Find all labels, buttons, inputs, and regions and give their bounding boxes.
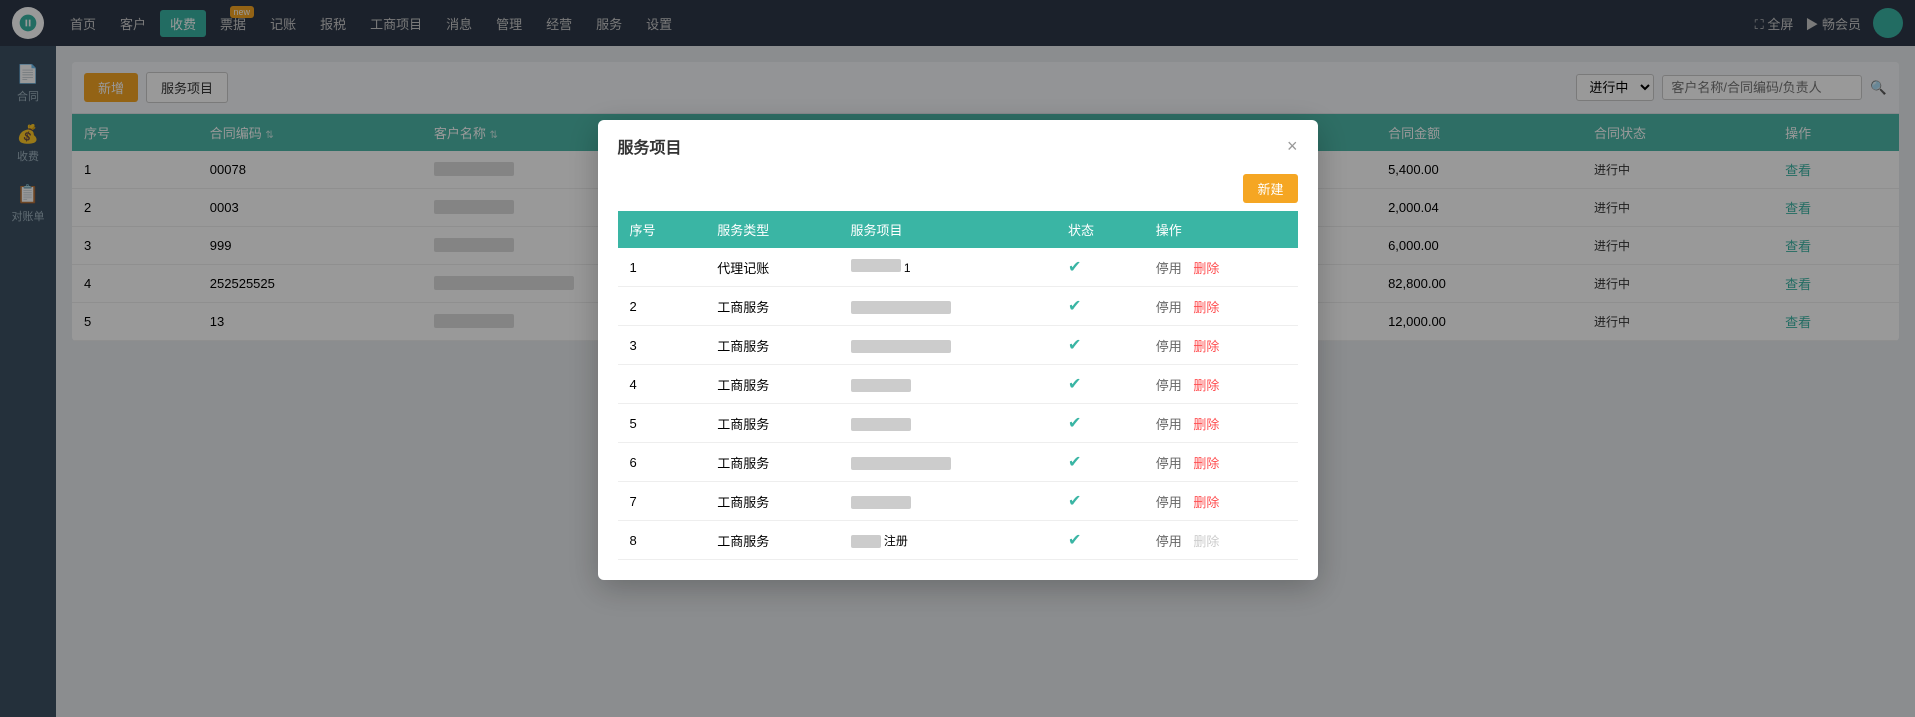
delete-button[interactable]: 删除 <box>1193 534 1219 549</box>
modal-overlay[interactable]: 服务项目 × 新建 序号 服务类型 服务项目 状态 操作 <box>0 0 1915 717</box>
dialog-cell-status: ✔ <box>1056 248 1144 287</box>
stop-button[interactable]: 停用 <box>1156 495 1182 510</box>
dialog-table-row: 1 代理记账 1 ✔ 停用 删除 <box>618 248 1298 287</box>
stop-button[interactable]: 停用 <box>1156 339 1182 354</box>
dialog-cell-action: 停用 删除 <box>1144 248 1298 287</box>
dialog-cell-project: 1 <box>839 248 1056 287</box>
dialog-table-row: 2 工商服务 ✔ 停用 删除 <box>618 287 1298 326</box>
service-dialog: 服务项目 × 新建 序号 服务类型 服务项目 状态 操作 <box>598 120 1318 580</box>
delete-button[interactable]: 删除 <box>1193 417 1219 432</box>
dialog-cell-seq: 1 <box>618 248 706 287</box>
dialog-table-row: 7 工商服务 ✔ 停用 删除 <box>618 482 1298 521</box>
dialog-table-wrap: 序号 服务类型 服务项目 状态 操作 1 代理记账 1 ✔ 停用 <box>598 211 1318 580</box>
delete-button[interactable]: 删除 <box>1193 339 1219 354</box>
delete-button[interactable]: 删除 <box>1193 456 1219 471</box>
dialog-table-row: 8 工商服务 注册 ✔ 停用 删除 <box>618 521 1298 560</box>
dialog-new-button[interactable]: 新建 <box>1243 174 1297 203</box>
stop-button[interactable]: 停用 <box>1156 378 1182 393</box>
dialog-toolbar: 新建 <box>598 166 1318 211</box>
delete-button[interactable]: 删除 <box>1193 261 1219 276</box>
dialog-table-row: 5 工商服务 ✔ 停用 删除 <box>618 404 1298 443</box>
delete-button[interactable]: 删除 <box>1193 378 1219 393</box>
dialog-title: 服务项目 <box>618 134 682 158</box>
dialog-table-row: 6 工商服务 ✔ 停用 删除 <box>618 443 1298 482</box>
delete-button[interactable]: 删除 <box>1193 300 1219 315</box>
stop-button[interactable]: 停用 <box>1156 456 1182 471</box>
dialog-header: 服务项目 × <box>598 120 1318 166</box>
dialog-col-action: 操作 <box>1144 211 1298 248</box>
stop-button[interactable]: 停用 <box>1156 534 1182 549</box>
stop-button[interactable]: 停用 <box>1156 261 1182 276</box>
dialog-col-type: 服务类型 <box>705 211 838 248</box>
dialog-table-row: 4 工商服务 ✔ 停用 删除 <box>618 365 1298 404</box>
stop-button[interactable]: 停用 <box>1156 300 1182 315</box>
dialog-close-button[interactable]: × <box>1287 136 1298 157</box>
dialog-col-status: 状态 <box>1056 211 1144 248</box>
dialog-col-project: 服务项目 <box>839 211 1056 248</box>
delete-button[interactable]: 删除 <box>1193 495 1219 510</box>
dialog-table-row: 3 工商服务 ✔ 停用 删除 <box>618 326 1298 365</box>
stop-button[interactable]: 停用 <box>1156 417 1182 432</box>
service-table: 序号 服务类型 服务项目 状态 操作 1 代理记账 1 ✔ 停用 <box>618 211 1298 560</box>
dialog-cell-type: 代理记账 <box>705 248 838 287</box>
dialog-col-seq: 序号 <box>618 211 706 248</box>
